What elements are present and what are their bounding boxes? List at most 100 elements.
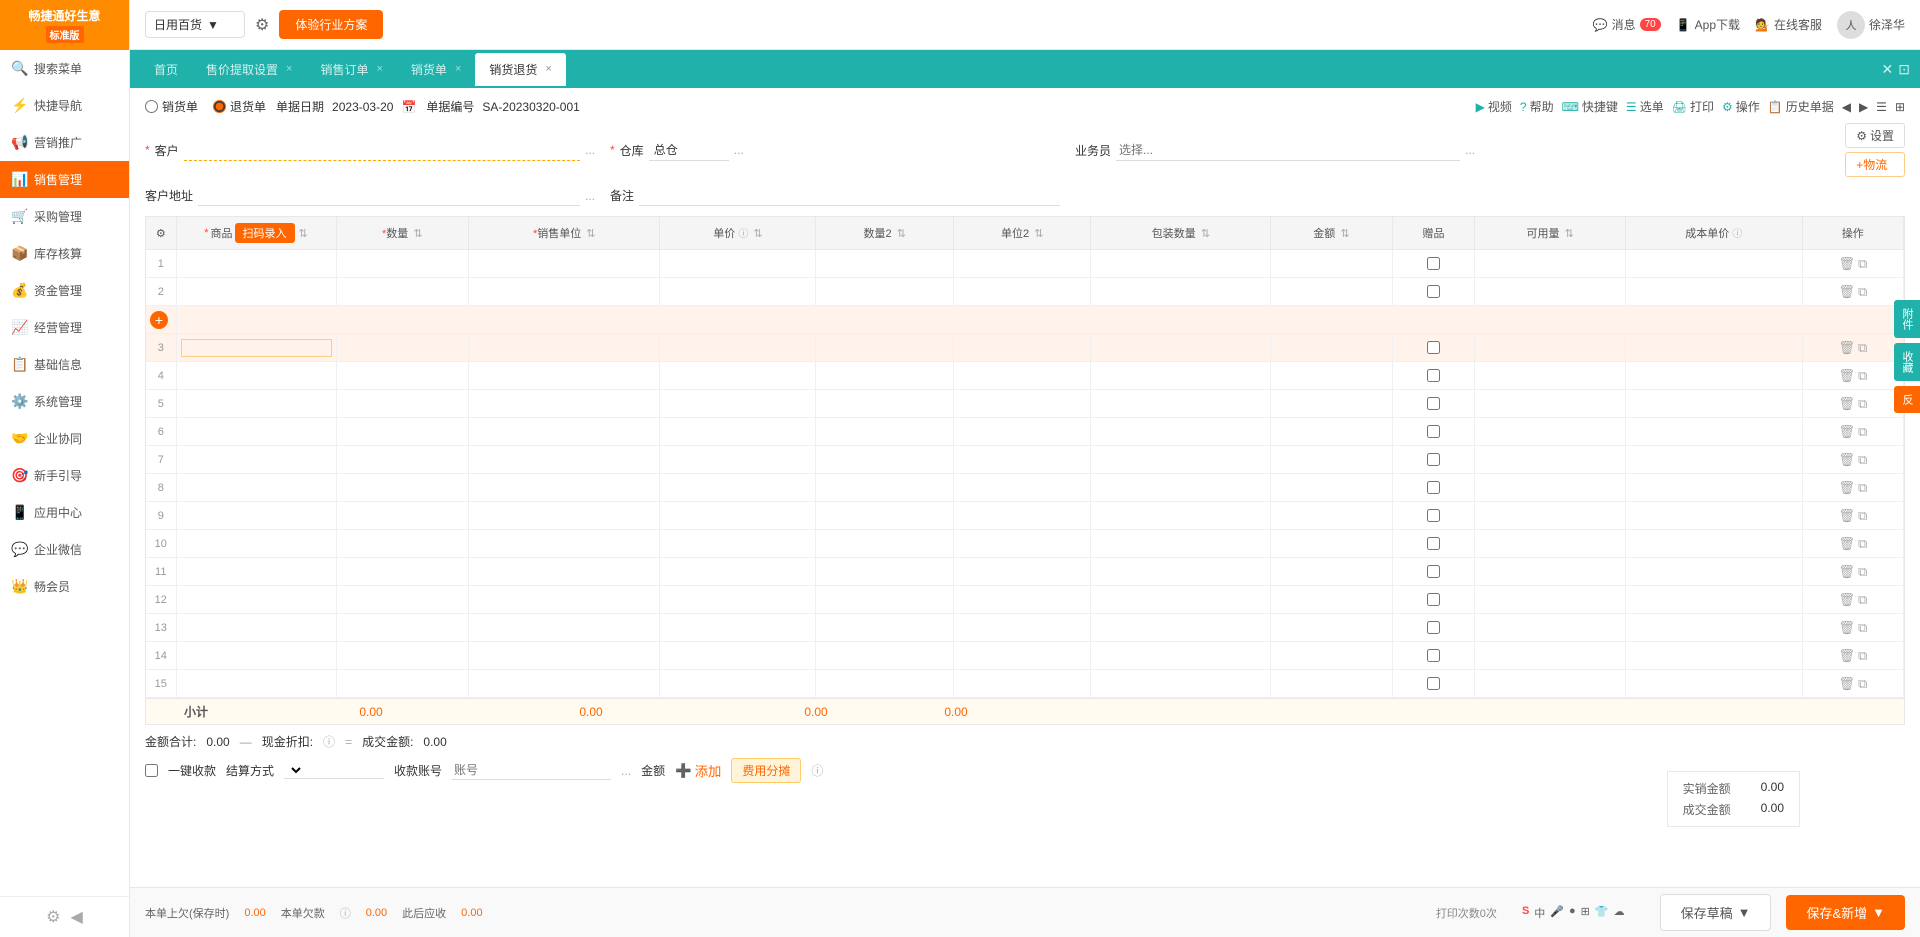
gift-check-7[interactable] — [1427, 453, 1440, 466]
single-owe-help[interactable]: ⓘ — [340, 905, 351, 921]
row-gift[interactable] — [1392, 586, 1475, 614]
row-pack-qty[interactable] — [1091, 390, 1271, 418]
row-unit2[interactable] — [953, 586, 1090, 614]
gift-check-11[interactable] — [1427, 565, 1440, 578]
row-goods[interactable] — [176, 614, 336, 642]
row-gift[interactable] — [1392, 334, 1475, 362]
row-cost[interactable] — [1625, 390, 1802, 418]
online-service-item[interactable]: 💁 在线客服 — [1755, 16, 1822, 33]
row-gift[interactable] — [1392, 446, 1475, 474]
taskbar-icon-shirt[interactable]: 👕 — [1595, 905, 1609, 921]
row-goods[interactable] — [176, 250, 336, 278]
row-pack-qty[interactable] — [1091, 614, 1271, 642]
add-payment-btn[interactable]: ➕ 添加 — [675, 761, 721, 780]
row-unit2[interactable] — [953, 558, 1090, 586]
row-gift[interactable] — [1392, 250, 1475, 278]
row-qty[interactable] — [336, 502, 469, 530]
taskbar-icon-cloud[interactable]: ☁ — [1614, 905, 1625, 921]
row-amount[interactable] — [1271, 334, 1392, 362]
sidebar-item-operations[interactable]: 📈经营管理 — [0, 309, 129, 346]
row-pack-qty[interactable] — [1091, 586, 1271, 614]
row-cost[interactable] — [1625, 670, 1802, 698]
taskbar-icon-dot[interactable]: ● — [1569, 905, 1576, 921]
delete-icon-2[interactable]: 🗑 — [1838, 284, 1855, 299]
row-goods[interactable] — [176, 670, 336, 698]
tab-首页[interactable]: 首页 — [140, 53, 192, 86]
sidebar-item-member[interactable]: 👑畅会员 — [0, 568, 129, 605]
row-cost[interactable] — [1625, 446, 1802, 474]
row-pack-qty[interactable] — [1091, 642, 1271, 670]
chevron-down-icon-new[interactable]: ▼ — [1872, 905, 1885, 920]
gift-check-5[interactable] — [1427, 397, 1440, 410]
col-settings[interactable]: ⚙ — [146, 217, 176, 250]
row-amount[interactable] — [1271, 390, 1392, 418]
copy-icon-3[interactable]: ⧉ — [1858, 340, 1867, 355]
help-btn[interactable]: ?帮助 — [1520, 98, 1554, 115]
row-available[interactable] — [1475, 642, 1626, 670]
sales-radio-input[interactable] — [145, 100, 158, 113]
row-amount[interactable] — [1271, 418, 1392, 446]
warehouse-more-icon[interactable]: ... — [734, 143, 744, 157]
row-gift[interactable] — [1392, 670, 1475, 698]
delete-icon-6[interactable]: 🗑 — [1838, 424, 1855, 439]
sidebar-item-sales[interactable]: 📊销售管理 — [0, 161, 129, 198]
chevron-down-icon[interactable]: ▼ — [1738, 905, 1751, 920]
user-item[interactable]: 人 徐泽华 — [1837, 11, 1905, 39]
copy-icon-7[interactable]: ⧉ — [1858, 452, 1867, 467]
row-price[interactable] — [660, 642, 816, 670]
row-unit2[interactable] — [953, 362, 1090, 390]
return-type-radio[interactable]: 退货单 — [213, 98, 266, 115]
gift-check-6[interactable] — [1427, 425, 1440, 438]
video-btn[interactable]: ▶视频 — [1476, 98, 1512, 115]
goods-input-3[interactable] — [181, 339, 332, 357]
row-unit2[interactable] — [953, 474, 1090, 502]
row-cost[interactable] — [1625, 474, 1802, 502]
row-pack-qty[interactable] — [1091, 418, 1271, 446]
row-qty[interactable] — [336, 642, 469, 670]
delete-icon-10[interactable]: 🗑 — [1838, 536, 1855, 551]
address-more-icon[interactable]: ... — [585, 189, 595, 203]
row-price[interactable] — [660, 362, 816, 390]
copy-icon-2[interactable]: ⧉ — [1858, 284, 1867, 299]
row-cost[interactable] — [1625, 362, 1802, 390]
sidebar-item-purchase[interactable]: 🛒采购管理 — [0, 198, 129, 235]
right-float-btn-2[interactable]: 收藏 — [1894, 343, 1920, 381]
delete-icon-8[interactable]: 🗑 — [1838, 480, 1855, 495]
row-gift[interactable] — [1392, 474, 1475, 502]
customer-input[interactable] — [184, 140, 580, 161]
add-row-button[interactable]: + — [150, 311, 168, 329]
copy-icon-1[interactable]: ⧉ — [1858, 256, 1867, 271]
row-cost[interactable] — [1625, 558, 1802, 586]
row-amount[interactable] — [1271, 502, 1392, 530]
row-unit[interactable] — [469, 530, 660, 558]
row-unit[interactable] — [469, 642, 660, 670]
save-new-btn[interactable]: 保存&新增 ▼ — [1786, 895, 1905, 930]
row-unit[interactable] — [469, 418, 660, 446]
row-unit2[interactable] — [953, 502, 1090, 530]
row-available[interactable] — [1475, 418, 1626, 446]
row-unit2[interactable] — [953, 614, 1090, 642]
sidebar-item-search[interactable]: 🔍搜索菜单 — [0, 50, 129, 87]
add-row-btn-cell[interactable]: + — [146, 306, 176, 334]
row-qty2[interactable] — [816, 558, 953, 586]
row-price[interactable] — [660, 278, 816, 306]
row-qty2[interactable] — [816, 474, 953, 502]
row-qty2[interactable] — [816, 670, 953, 698]
sidebar-item-enterprise[interactable]: 🤝企业协同 — [0, 420, 129, 457]
row-price[interactable] — [660, 390, 816, 418]
row-available[interactable] — [1475, 586, 1626, 614]
row-price[interactable] — [660, 586, 816, 614]
row-available[interactable] — [1475, 474, 1626, 502]
sidebar-collapse-icon[interactable]: ◀ — [71, 907, 83, 927]
delete-icon-1[interactable]: 🗑 — [1838, 256, 1855, 271]
row-qty[interactable] — [336, 390, 469, 418]
gift-check-14[interactable] — [1427, 649, 1440, 662]
row-unit[interactable] — [469, 670, 660, 698]
copy-icon-5[interactable]: ⧉ — [1858, 396, 1867, 411]
taskbar-icon-mic[interactable]: 🎤 — [1550, 905, 1564, 921]
row-unit2[interactable] — [953, 530, 1090, 558]
row-goods[interactable] — [176, 530, 336, 558]
row-pack-qty[interactable] — [1091, 250, 1271, 278]
row-unit[interactable] — [469, 334, 660, 362]
row-cost[interactable] — [1625, 586, 1802, 614]
